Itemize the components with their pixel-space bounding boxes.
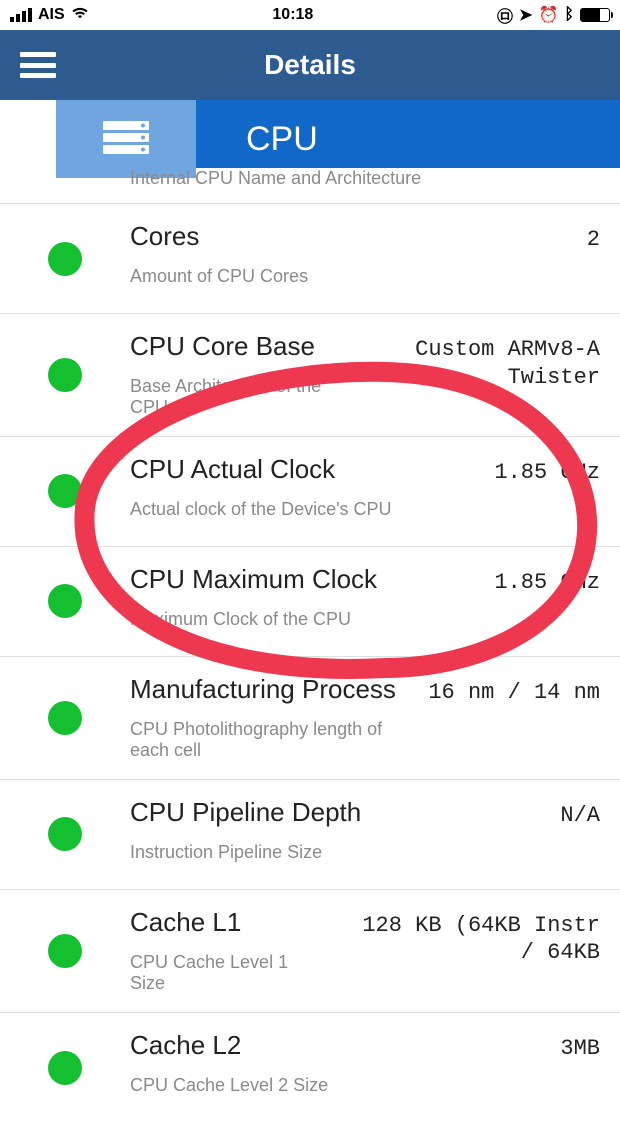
row-subtitle: Maximum Clock of the CPU xyxy=(130,609,458,630)
row-title: CPU Maximum Clock xyxy=(130,565,458,595)
row-title: Cache L1 xyxy=(130,908,328,938)
tab-cpu[interactable]: CPU xyxy=(196,100,620,178)
wifi-icon xyxy=(71,6,89,25)
row-value: Custom ARMv8-A Twister xyxy=(340,332,600,391)
row-subtitle: Instruction Pipeline Size xyxy=(130,842,458,863)
row-title: Cores xyxy=(130,222,458,252)
row-value: 2 xyxy=(470,222,600,254)
tab-bar: CPU xyxy=(0,100,620,178)
row-subtitle: CPU Cache Level 1 Size xyxy=(130,952,328,994)
row-title: Manufacturing Process xyxy=(130,675,416,705)
status-dot-icon xyxy=(48,242,82,276)
status-dot-icon xyxy=(48,817,82,851)
rotation-lock-icon: ㋺ xyxy=(497,3,513,27)
list-item: Cache L1 CPU Cache Level 1 Size 128 KB (… xyxy=(0,890,620,1013)
list-item: Cache L2 CPU Cache Level 2 Size 3MB xyxy=(0,1013,620,1123)
status-dot-icon xyxy=(48,934,82,968)
row-subtitle: Actual clock of the Device's CPU xyxy=(130,499,458,520)
row-value: 1.85 GHz xyxy=(470,455,600,487)
row-value: 1.85 GHz xyxy=(470,565,600,597)
list-item: CPU Maximum Clock Maximum Clock of the C… xyxy=(0,547,620,657)
status-dot-icon xyxy=(48,584,82,618)
bluetooth-icon: ᛒ xyxy=(564,6,574,24)
list-item: Manufacturing Process CPU Photolithograp… xyxy=(0,657,620,780)
list-item: CPU Pipeline Depth Instruction Pipeline … xyxy=(0,780,620,890)
page-title: Details xyxy=(0,49,620,81)
row-title: CPU Pipeline Depth xyxy=(130,798,458,828)
tab-label: CPU xyxy=(246,120,318,159)
status-bar: AIS 10:18 ㋺ ➤ ⏰ ᛒ xyxy=(0,0,620,30)
tab-spacer xyxy=(0,100,56,178)
row-value: N/A xyxy=(470,798,600,830)
row-title: CPU Core Base xyxy=(130,332,328,362)
details-list[interactable]: Internal CPU Name and Architecture Cores… xyxy=(0,168,620,1123)
list-item: CPU Core Base Base Architecture of the C… xyxy=(0,314,620,437)
list-item: CPU Actual Clock Actual clock of the Dev… xyxy=(0,437,620,547)
signal-icon xyxy=(10,8,32,22)
list-item: Cores Amount of CPU Cores 2 xyxy=(0,204,620,314)
row-value: 16 nm / 14 nm xyxy=(428,675,600,707)
server-icon xyxy=(101,119,151,160)
row-subtitle: Amount of CPU Cores xyxy=(130,266,458,287)
location-icon: ➤ xyxy=(519,5,532,25)
tab-cpu-icon-cell[interactable] xyxy=(56,100,196,178)
hamburger-menu-button[interactable] xyxy=(20,52,56,78)
status-right: ㋺ ➤ ⏰ ᛒ xyxy=(497,3,610,27)
status-dot-icon xyxy=(48,474,82,508)
row-subtitle: CPU Cache Level 2 Size xyxy=(130,1075,458,1096)
status-dot-icon xyxy=(48,358,82,392)
status-left: AIS xyxy=(10,6,89,25)
row-subtitle: CPU Photolithography length of each cell xyxy=(130,719,416,761)
row-title: CPU Actual Clock xyxy=(130,455,458,485)
row-value: 128 KB (64KB Instr / 64KB xyxy=(340,908,600,967)
nav-bar: Details xyxy=(0,30,620,100)
row-value: 3MB xyxy=(470,1031,600,1063)
status-time: 10:18 xyxy=(272,6,313,24)
alarm-icon: ⏰ xyxy=(538,5,558,25)
carrier-label: AIS xyxy=(38,6,65,24)
status-dot-icon xyxy=(48,1051,82,1085)
battery-icon xyxy=(580,8,610,22)
row-subtitle: Base Architecture of the CPU xyxy=(130,376,328,418)
row-title: Cache L2 xyxy=(130,1031,458,1061)
status-dot-icon xyxy=(48,701,82,735)
